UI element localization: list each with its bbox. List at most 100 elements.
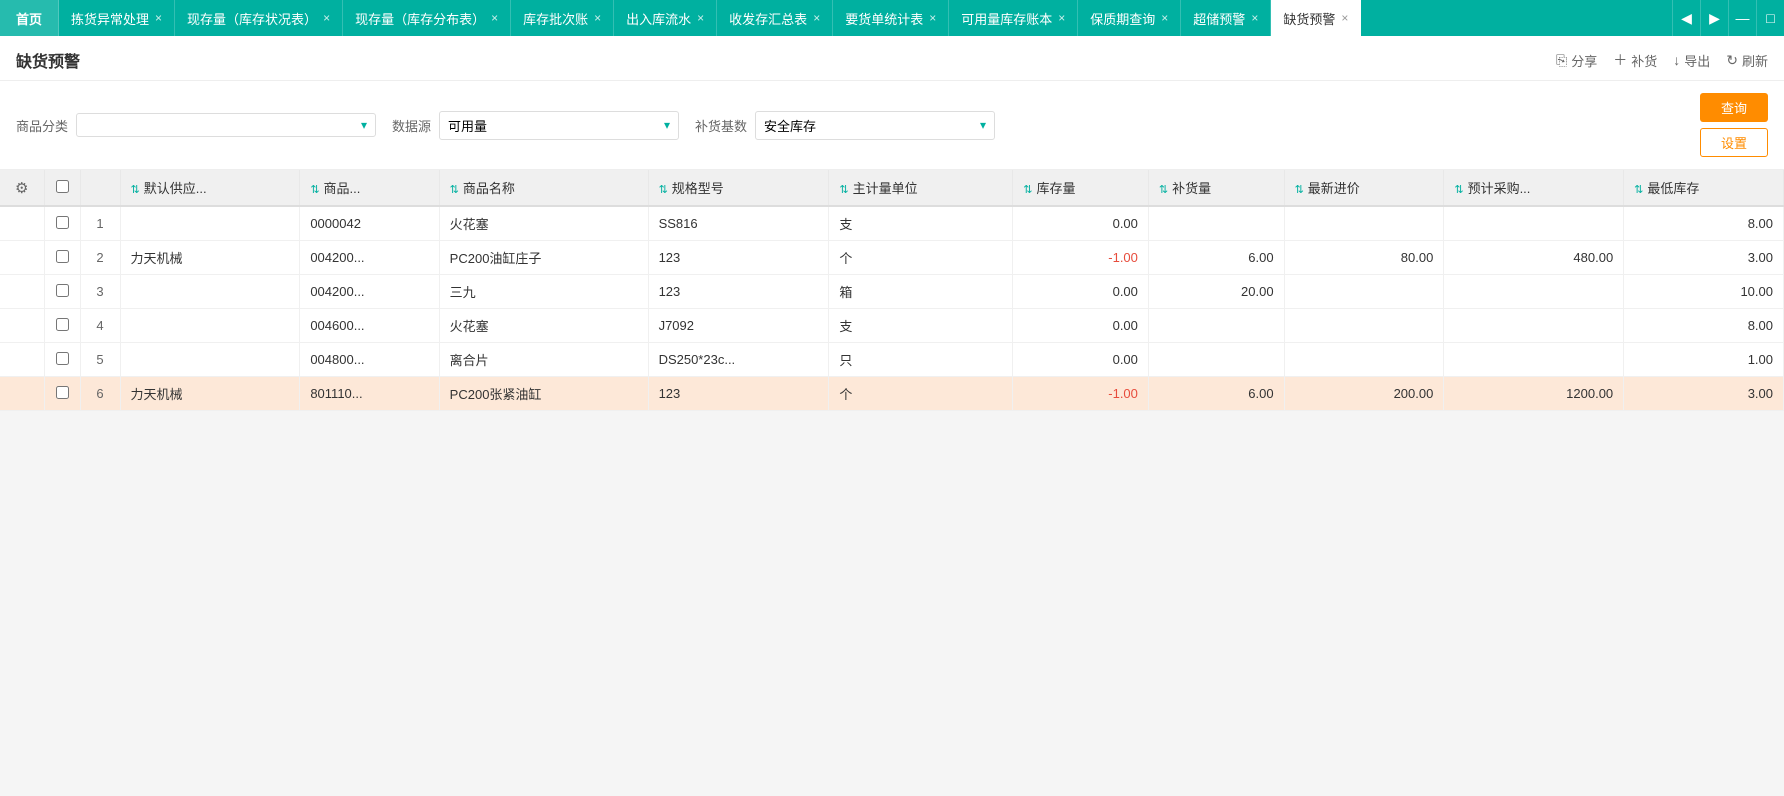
- settings-gear-icon[interactable]: ⚙: [10, 179, 34, 197]
- tab-stock-dist[interactable]: 现存量（库存分布表） ×: [343, 0, 511, 36]
- tab-close-available[interactable]: ×: [1058, 11, 1065, 25]
- row-settings-5: [0, 377, 44, 411]
- page-content: 缺货预警 ⎘ 分享 ＋ 补货 ↓ 导出 ↻ 刷新 商品分类: [0, 36, 1784, 411]
- col-name-header[interactable]: ⇅商品名称: [439, 170, 648, 206]
- code-sort-icon: ⇅: [310, 184, 319, 196]
- supplier-sort-icon: ⇅: [131, 184, 140, 196]
- row-stock-3: 0.00: [1013, 309, 1149, 343]
- header-actions: ⎘ 分享 ＋ 补货 ↓ 导出 ↻ 刷新: [1556, 50, 1768, 70]
- export-button[interactable]: ↓ 导出: [1673, 51, 1710, 70]
- row-unit-3: 支: [829, 309, 1013, 343]
- row-code-2: 004200...: [300, 275, 439, 309]
- row-check-4[interactable]: [44, 343, 80, 377]
- col-min-stock-header[interactable]: ⇅最低库存: [1624, 170, 1784, 206]
- tab-close-demand[interactable]: ×: [929, 11, 936, 25]
- tab-shortage[interactable]: 缺货预警×: [1271, 0, 1361, 36]
- replenish-button[interactable]: ＋ 补货: [1613, 50, 1657, 70]
- row-code-4: 004800...: [300, 343, 439, 377]
- tab-label-stock-status: 现存量（库存状况表）: [187, 9, 317, 28]
- tab-inout[interactable]: 出入库流水 ×: [614, 0, 717, 36]
- tab-overstock[interactable]: 超储预警×: [1181, 0, 1271, 36]
- row-checkbox-0[interactable]: [56, 216, 69, 229]
- row-name-5: PC200张紧油缸: [439, 377, 648, 411]
- unit-sort-icon: ⇅: [839, 184, 848, 196]
- col-stock-header[interactable]: ⇅库存量: [1013, 170, 1149, 206]
- tab-available[interactable]: 可用量库存账本 ×: [949, 0, 1078, 36]
- replenish-select[interactable]: 安全库存 ▾: [755, 111, 995, 140]
- page-header: 缺货预警 ⎘ 分享 ＋ 补货 ↓ 导出 ↻ 刷新: [0, 36, 1784, 81]
- row-check-3[interactable]: [44, 309, 80, 343]
- tab-next-btn[interactable]: ▶: [1700, 0, 1728, 36]
- tab-close-stock-dist[interactable]: ×: [491, 11, 498, 25]
- row-spec-3: J7092: [648, 309, 829, 343]
- col-latest-price-header[interactable]: ⇅最新进价: [1284, 170, 1444, 206]
- row-est-purchase-5: 1200.00: [1444, 377, 1624, 411]
- col-code-header[interactable]: ⇅商品...: [300, 170, 439, 206]
- row-check-2[interactable]: [44, 275, 80, 309]
- tab-label-demand: 要货单统计表: [845, 9, 923, 28]
- share-button[interactable]: ⎘ 分享: [1556, 51, 1597, 70]
- tab-label-inout: 出入库流水: [626, 9, 691, 28]
- tab-prev-btn[interactable]: ◀: [1672, 0, 1700, 36]
- row-unit-1: 个: [829, 241, 1013, 275]
- tab-close-collect[interactable]: ×: [813, 11, 820, 25]
- row-replenish-1: 6.00: [1148, 241, 1284, 275]
- row-checkbox-3[interactable]: [56, 318, 69, 331]
- row-checkbox-4[interactable]: [56, 352, 69, 365]
- tab-label-available: 可用量库存账本: [961, 9, 1052, 28]
- row-check-5[interactable]: [44, 377, 80, 411]
- row-check-1[interactable]: [44, 241, 80, 275]
- tab-close-stock-status[interactable]: ×: [323, 11, 330, 25]
- col-supplier-header[interactable]: ⇅默认供应...: [120, 170, 300, 206]
- tab-close-batch[interactable]: ×: [594, 11, 601, 25]
- replenish-label: 补货基数: [695, 116, 747, 135]
- row-min-stock-5: 3.00: [1624, 377, 1784, 411]
- window-maximize-btn[interactable]: □: [1756, 0, 1784, 36]
- row-checkbox-5[interactable]: [56, 386, 69, 399]
- window-minimize-btn[interactable]: —: [1728, 0, 1756, 36]
- datasource-dropdown-icon: ▾: [664, 118, 670, 132]
- select-all-checkbox[interactable]: [56, 180, 69, 193]
- row-supplier-3: [120, 309, 300, 343]
- query-button[interactable]: 查询: [1700, 93, 1768, 122]
- col-spec-header[interactable]: ⇅规格型号: [648, 170, 829, 206]
- tab-abnormal[interactable]: 拣货异常处理×: [59, 0, 175, 36]
- refresh-button[interactable]: ↻ 刷新: [1726, 51, 1768, 70]
- col-replenish-header[interactable]: ⇅补货量: [1148, 170, 1284, 206]
- tab-close-shortage[interactable]: ×: [1341, 11, 1348, 25]
- row-supplier-1: 力天机械: [120, 241, 300, 275]
- tab-bar: 首页拣货异常处理×现存量（库存状况表）×现存量（库存分布表）×库存批次账×出入库…: [0, 0, 1784, 36]
- tab-home[interactable]: 首页: [0, 0, 59, 36]
- replenish-dropdown-icon: ▾: [980, 118, 986, 132]
- tab-close-overstock[interactable]: ×: [1251, 11, 1258, 25]
- col-check-header: [44, 170, 80, 206]
- col-unit-header[interactable]: ⇅主计量单位: [829, 170, 1013, 206]
- tab-close-inout[interactable]: ×: [697, 11, 704, 25]
- row-replenish-5: 6.00: [1148, 377, 1284, 411]
- row-num-2: 3: [80, 275, 120, 309]
- row-checkbox-2[interactable]: [56, 284, 69, 297]
- row-name-0: 火花塞: [439, 206, 648, 241]
- tab-collect[interactable]: 收发存汇总表×: [717, 0, 833, 36]
- settings-button[interactable]: 设置: [1700, 128, 1768, 157]
- export-icon: ↓: [1673, 52, 1680, 68]
- tab-batch[interactable]: 库存批次账×: [511, 0, 614, 36]
- tab-stock-status[interactable]: 现存量（库存状况表） ×: [175, 0, 343, 36]
- tab-close-expiry[interactable]: ×: [1161, 11, 1168, 25]
- row-replenish-4: [1148, 343, 1284, 377]
- row-latest-price-3: [1284, 309, 1444, 343]
- category-select[interactable]: ▾: [76, 113, 376, 137]
- tab-close-abnormal[interactable]: ×: [155, 11, 162, 25]
- row-check-0[interactable]: [44, 206, 80, 241]
- row-supplier-5: 力天机械: [120, 377, 300, 411]
- col-est-purchase-header[interactable]: ⇅预计采购...: [1444, 170, 1624, 206]
- row-checkbox-1[interactable]: [56, 250, 69, 263]
- row-replenish-3: [1148, 309, 1284, 343]
- tab-expiry[interactable]: 保质期查询×: [1078, 0, 1181, 36]
- tab-demand[interactable]: 要货单统计表 ×: [833, 0, 949, 36]
- row-unit-5: 个: [829, 377, 1013, 411]
- datasource-select[interactable]: 可用量 ▾: [439, 111, 679, 140]
- row-latest-price-5: 200.00: [1284, 377, 1444, 411]
- tab-label-stock-dist: 现存量（库存分布表）: [355, 9, 485, 28]
- col-settings-header[interactable]: ⚙: [0, 170, 44, 206]
